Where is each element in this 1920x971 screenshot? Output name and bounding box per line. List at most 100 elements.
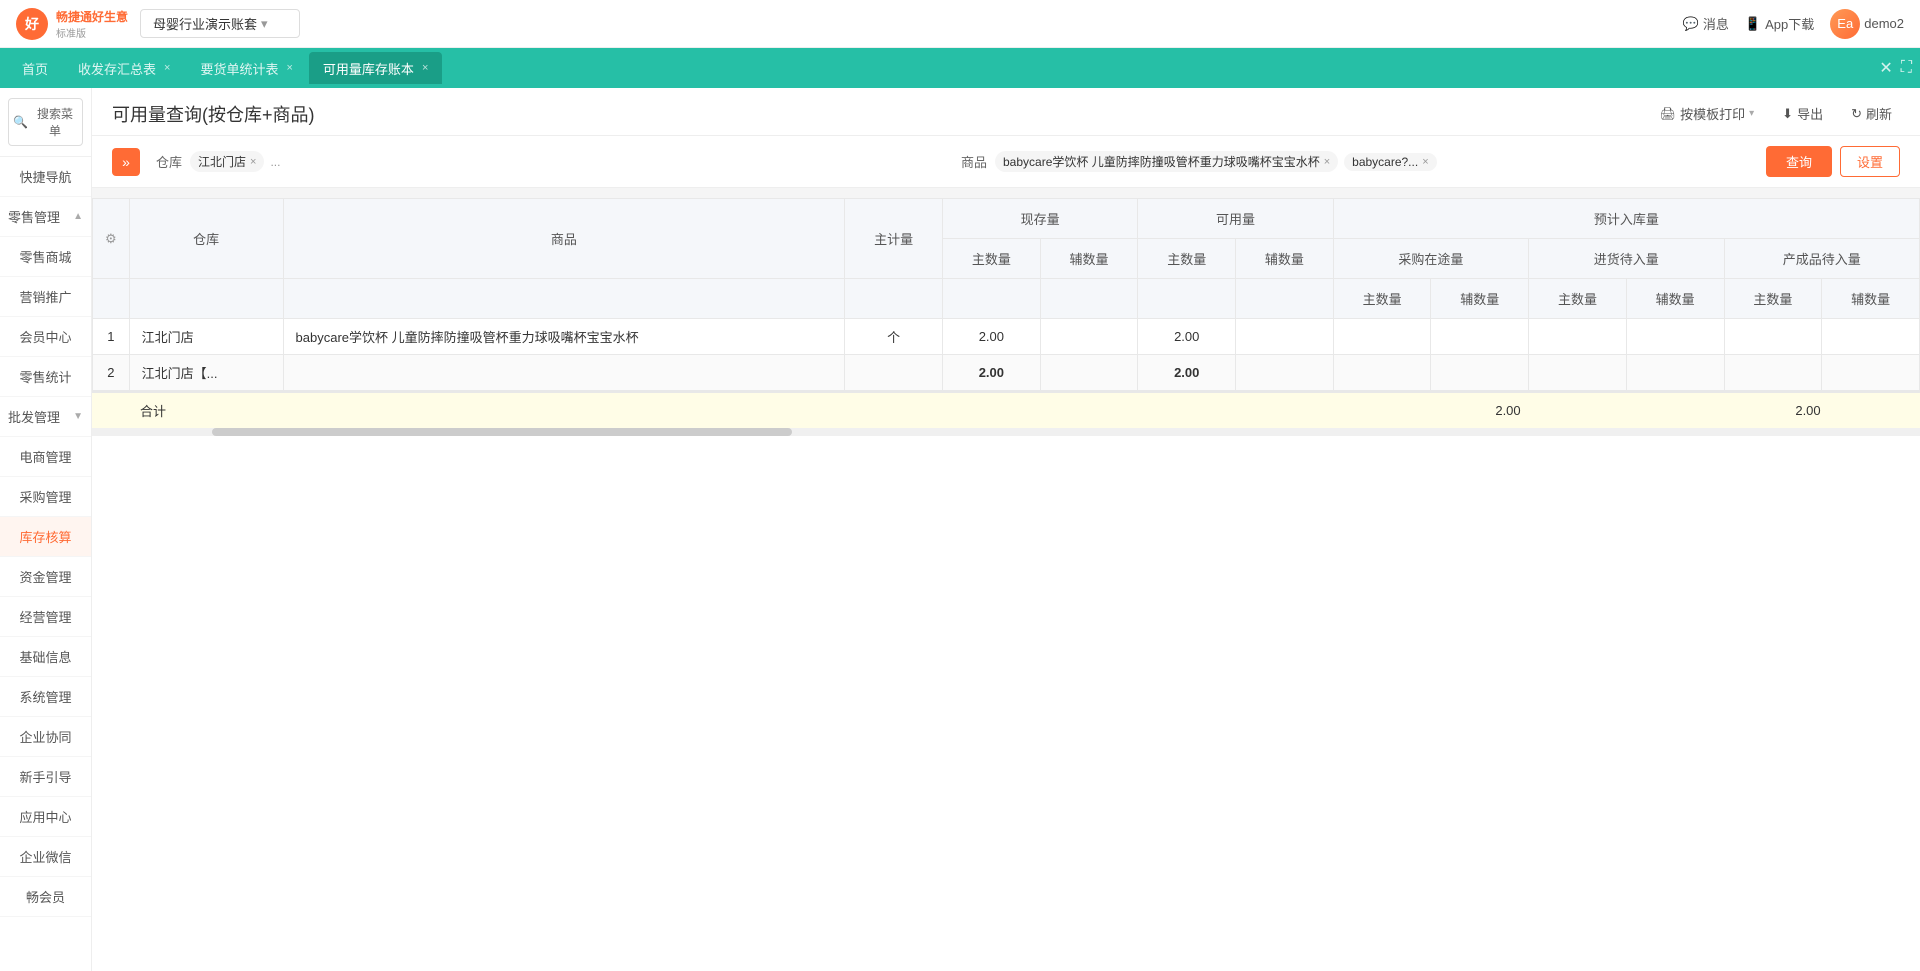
- column-settings-icon[interactable]: ⚙: [105, 231, 117, 246]
- row2-no: 2: [93, 355, 130, 391]
- tab-yaohuo[interactable]: 要货单统计表 ×: [186, 52, 306, 84]
- sidebar-item-xinshou[interactable]: 新手引导: [0, 757, 91, 797]
- print-btn[interactable]: 🖨 按模板打印 ▾: [1652, 100, 1763, 127]
- sidebar-jichu-label: 基础信息: [19, 650, 71, 665]
- tab-yaohuo-close[interactable]: ×: [286, 62, 292, 74]
- footer-avail-main: 2.00: [1708, 403, 1908, 418]
- sidebar-item-zijin[interactable]: 资金管理: [0, 557, 91, 597]
- sidebar-item-changyuan[interactable]: 畅会员: [0, 877, 91, 917]
- message-icon: 💬: [1683, 16, 1699, 32]
- product-tag2: babycare?... ×: [1344, 153, 1436, 171]
- sidebar-item-pifaguan[interactable]: 批发管理 ▼: [0, 397, 91, 437]
- tab-shoufacu[interactable]: 收发存汇总表 ×: [64, 52, 184, 84]
- message-btn[interactable]: 💬 消息: [1683, 14, 1729, 33]
- tab-shoufacu-close[interactable]: ×: [164, 62, 170, 74]
- filter-expand-btn[interactable]: »: [112, 148, 140, 176]
- sidebar-changyuan-label: 畅会员: [26, 890, 65, 905]
- filter-bar: » 仓库 江北门店 × ... 商品 babycare学饮杯 儿童防摔防撞吸管杯…: [92, 136, 1920, 188]
- sidebar-item-dianshang[interactable]: 电商管理: [0, 437, 91, 477]
- th-prod-main: 主数量: [1724, 279, 1822, 319]
- chevron-down3-icon: ▾: [1749, 108, 1754, 119]
- sidebar-item-jingying[interactable]: 经营管理: [0, 597, 91, 637]
- row1-no: 1: [93, 319, 130, 355]
- row2-pur-main: [1333, 355, 1431, 391]
- sidebar-yingyong-label: 应用中心: [19, 810, 71, 825]
- row1-stock-main: 2.00: [943, 319, 1041, 355]
- sidebar-item-lingshouguan[interactable]: 零售管理 ▲: [0, 197, 91, 237]
- setting-btn[interactable]: 设置: [1840, 146, 1900, 177]
- warehouse-filter-tags: 江北门店 × ...: [190, 151, 945, 172]
- sidebar-kucunhesuan-label: 库存核算: [19, 530, 71, 545]
- warehouse-tag-text: 江北门店: [198, 153, 246, 170]
- sidebar-item-yingyong[interactable]: 应用中心: [0, 797, 91, 837]
- page-header: 可用量查询(按仓库+商品) 🖨 按模板打印 ▾ ⬇ 导出 ↻ 刷新: [92, 88, 1920, 136]
- sidebar-item-kuaijie[interactable]: 快捷导航: [0, 157, 91, 197]
- close-all-icon[interactable]: ✕: [1879, 58, 1892, 78]
- th-current-stock: 现存量: [943, 199, 1138, 239]
- page-title: 可用量查询(按仓库+商品): [112, 101, 315, 127]
- product-tag1-close[interactable]: ×: [1324, 156, 1330, 168]
- query-btn[interactable]: 查询: [1766, 146, 1832, 177]
- app-download-btn[interactable]: 📱 App下载: [1745, 14, 1814, 33]
- sidebar-item-xitong[interactable]: 系统管理: [0, 677, 91, 717]
- page-actions: 🖨 按模板打印 ▾ ⬇ 导出 ↻ 刷新: [1652, 100, 1900, 127]
- sidebar-kuaijie-label: 快捷导航: [19, 170, 71, 185]
- product-tag2-text: babycare?...: [1352, 155, 1418, 169]
- row1-inc-main: [1529, 319, 1627, 355]
- scrollbar-thumb[interactable]: [212, 428, 792, 436]
- export-btn[interactable]: ⬇ 导出: [1774, 100, 1831, 127]
- user-btn[interactable]: Ea demo2: [1830, 9, 1904, 39]
- refresh-icon: ↻: [1851, 106, 1862, 122]
- footer-label: 合计: [140, 401, 260, 420]
- sidebar-item-kucunhesuan[interactable]: 库存核算: [0, 517, 91, 557]
- sidebar-item-huiyuan[interactable]: 会员中心: [0, 317, 91, 357]
- product-filter-tags: babycare学饮杯 儿童防摔防撞吸管杯重力球吸嘴杯宝宝水杯 × babyca…: [995, 151, 1750, 172]
- tabs-bar: 首页 收发存汇总表 × 要货单统计表 × 可用量库存账本 × ✕ ⛶: [0, 48, 1920, 88]
- top-bar-left: 好 畅捷通好生意 标准版 母婴行业演示账套 ▾: [16, 8, 300, 40]
- refresh-btn[interactable]: ↻ 刷新: [1843, 100, 1900, 127]
- sidebar: 🔍 搜索菜单 快捷导航 零售管理 ▲ 零售商城 营销推广 会员中心 零售统计 批…: [0, 88, 92, 971]
- export-icon: ⬇: [1782, 106, 1793, 122]
- search-menu-label: 搜索菜单: [32, 105, 78, 139]
- industry-select[interactable]: 母婴行业演示账套 ▾: [140, 9, 300, 38]
- tab-kucun[interactable]: 可用量库存账本 ×: [309, 52, 442, 84]
- sidebar-item-lingshoucheng[interactable]: 零售商城: [0, 237, 91, 277]
- sidebar-item-yingxiao[interactable]: 营销推广: [0, 277, 91, 317]
- logo-sub-text: 标准版: [56, 25, 128, 40]
- sidebar-item-jichu[interactable]: 基础信息: [0, 637, 91, 677]
- row2-avail-main: 2.00: [1138, 355, 1236, 391]
- sidebar-item-qiyeweixin[interactable]: 企业微信: [0, 837, 91, 877]
- table-row: 1 江北门店 babycare学饮杯 儿童防摔防撞吸管杯重力球吸嘴杯宝宝水杯 个…: [93, 319, 1920, 355]
- tab-kucun-close[interactable]: ×: [422, 62, 428, 74]
- th-incoming: 进货待入量: [1529, 239, 1724, 279]
- footer-stock-main: 2.00: [1408, 403, 1608, 418]
- sidebar-item-caigou[interactable]: 采购管理: [0, 477, 91, 517]
- data-table: ⚙ 仓库 商品 主计量 现存量 可用量 预计入库量 主数量 辅数量 主数量 辅数…: [92, 198, 1920, 391]
- product-tag2-close[interactable]: ×: [1422, 156, 1428, 168]
- horizontal-scrollbar[interactable]: [92, 428, 1920, 436]
- search-menu-btn[interactable]: 🔍 搜索菜单: [8, 98, 83, 146]
- sidebar-pifaguan-label: 批发管理: [8, 407, 60, 426]
- tab-home[interactable]: 首页: [8, 52, 62, 84]
- app-icon: 📱: [1745, 16, 1761, 32]
- row1-prod-main: [1724, 319, 1822, 355]
- filter-more-btn[interactable]: ...: [270, 155, 280, 169]
- chevron-up-icon: ▲: [73, 211, 83, 222]
- sidebar-item-qiyextong[interactable]: 企业协同: [0, 717, 91, 757]
- sidebar-lingshouguan-label: 零售管理: [8, 207, 60, 226]
- row1-warehouse: 江北门店: [129, 319, 283, 355]
- product-tag1-text: babycare学饮杯 儿童防摔防撞吸管杯重力球吸嘴杯宝宝水杯: [1003, 153, 1320, 170]
- warehouse-tag-close[interactable]: ×: [250, 156, 256, 168]
- row1-unit: 个: [845, 319, 943, 355]
- sidebar-qiyeweixin-label: 企业微信: [19, 850, 71, 865]
- th-production-pending: 产成品待入量: [1724, 239, 1920, 279]
- content-area: 可用量查询(按仓库+商品) 🖨 按模板打印 ▾ ⬇ 导出 ↻ 刷新: [92, 88, 1920, 971]
- sidebar-jingying-label: 经营管理: [19, 610, 71, 625]
- table-container: ⚙ 仓库 商品 主计量 现存量 可用量 预计入库量 主数量 辅数量 主数量 辅数…: [92, 198, 1920, 971]
- sidebar-item-lingshoutongji[interactable]: 零售统计: [0, 357, 91, 397]
- table-footer: 合计 2.00 2.00: [92, 391, 1920, 428]
- th-empty4: [845, 279, 943, 319]
- tab-yaohuo-label: 要货单统计表: [200, 59, 278, 78]
- filter-actions: 查询 设置: [1766, 146, 1900, 177]
- fullscreen-icon[interactable]: ⛶: [1901, 59, 1912, 77]
